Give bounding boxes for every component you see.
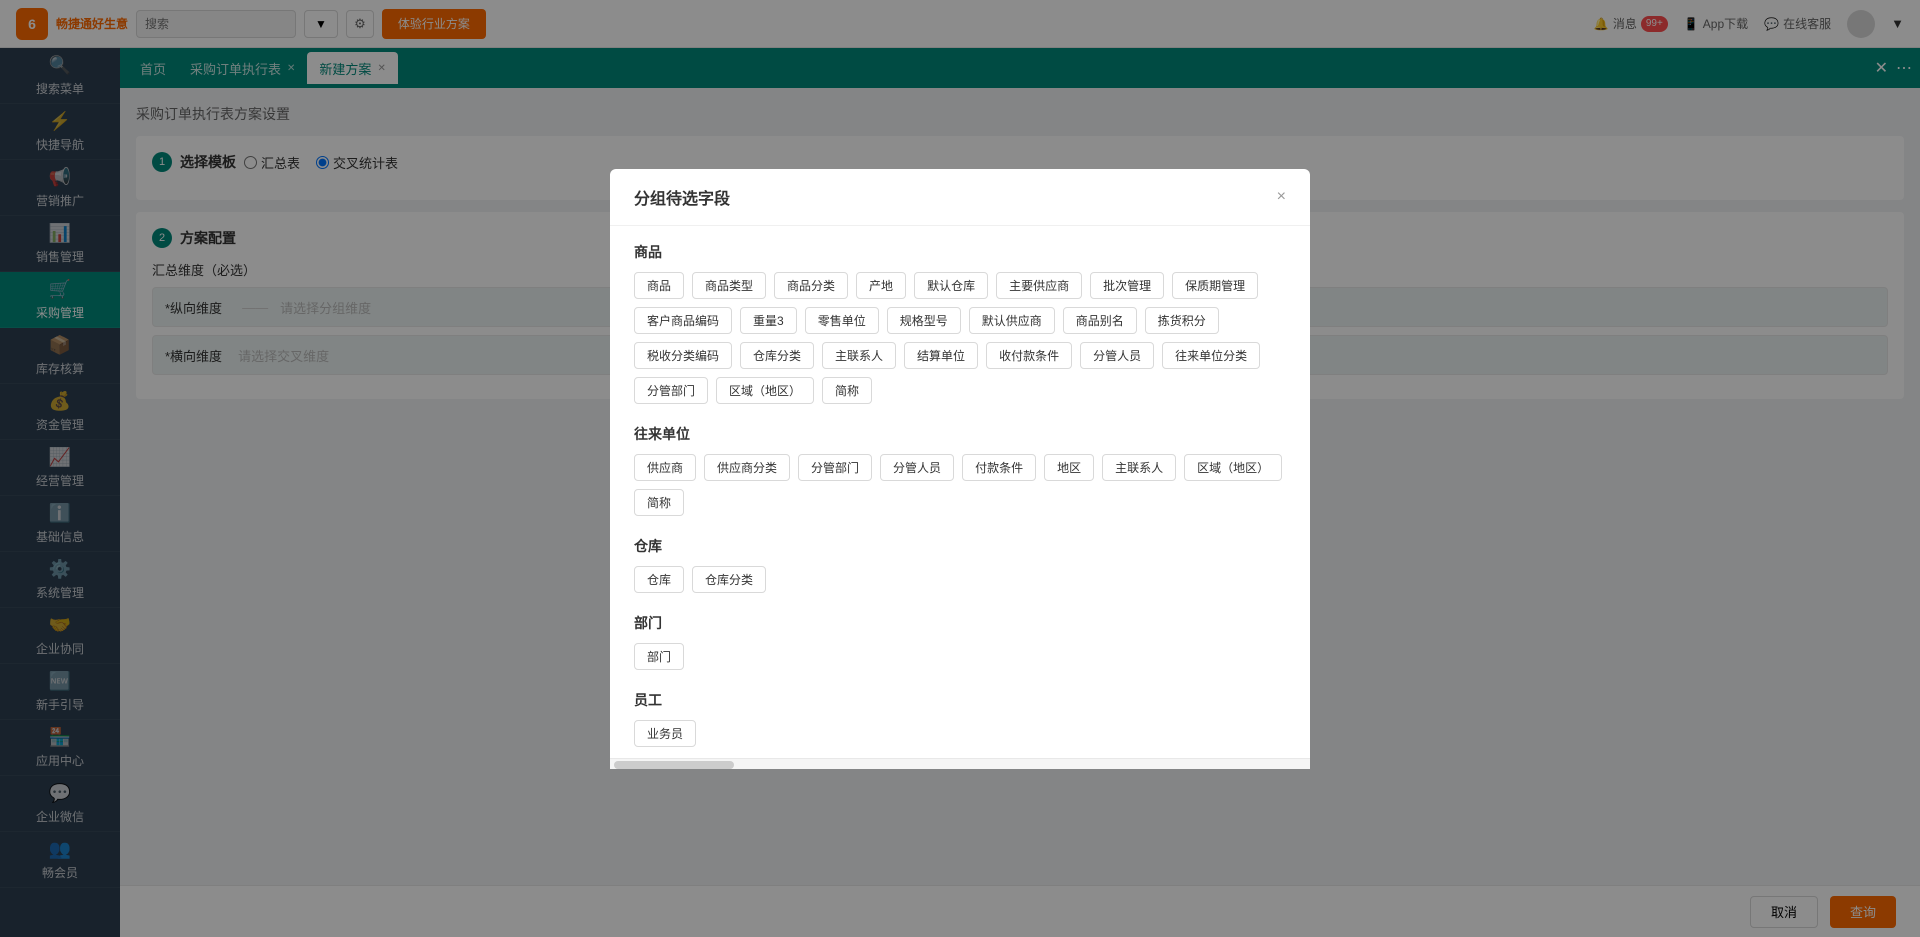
field-tag-0-5[interactable]: 主要供应商 (996, 272, 1082, 299)
modal-close-button[interactable]: × (1277, 188, 1286, 206)
field-select-modal: 分组待选字段 × 商品商品商品类型商品分类产地默认仓库主要供应商批次管理保质期管… (610, 169, 1310, 769)
field-tag-1-1[interactable]: 供应商分类 (704, 454, 790, 481)
field-tag-0-6[interactable]: 批次管理 (1090, 272, 1164, 299)
field-tags-2: 仓库仓库分类 (634, 566, 1286, 593)
field-tag-0-14[interactable]: 拣货积分 (1145, 307, 1219, 334)
field-tags-3: 部门 (634, 643, 1286, 670)
field-tag-0-18[interactable]: 结算单位 (904, 342, 978, 369)
field-tag-0-10[interactable]: 零售单位 (805, 307, 879, 334)
field-tag-1-5[interactable]: 地区 (1044, 454, 1094, 481)
field-tag-0-3[interactable]: 产地 (856, 272, 906, 299)
field-tag-0-23[interactable]: 区域（地区） (716, 377, 814, 404)
field-tag-1-8[interactable]: 简称 (634, 489, 684, 516)
field-tag-0-12[interactable]: 默认供应商 (969, 307, 1055, 334)
field-tag-0-24[interactable]: 简称 (822, 377, 872, 404)
modal-overlay: 分组待选字段 × 商品商品商品类型商品分类产地默认仓库主要供应商批次管理保质期管… (0, 0, 1920, 937)
field-tag-0-11[interactable]: 规格型号 (887, 307, 961, 334)
field-tag-0-0[interactable]: 商品 (634, 272, 684, 299)
field-section-3: 部门部门 (634, 613, 1286, 670)
field-tag-0-16[interactable]: 仓库分类 (740, 342, 814, 369)
field-tag-0-17[interactable]: 主联系人 (822, 342, 896, 369)
modal-header: 分组待选字段 × (610, 169, 1310, 226)
section-title-1: 往来单位 (634, 424, 1286, 444)
field-section-0: 商品商品商品类型商品分类产地默认仓库主要供应商批次管理保质期管理客户商品编码重量… (634, 242, 1286, 404)
field-tag-3-0[interactable]: 部门 (634, 643, 684, 670)
field-tag-0-15[interactable]: 税收分类编码 (634, 342, 732, 369)
field-tag-4-0[interactable]: 业务员 (634, 720, 696, 747)
modal-title: 分组待选字段 (634, 185, 730, 209)
section-title-4: 员工 (634, 690, 1286, 710)
field-tag-1-0[interactable]: 供应商 (634, 454, 696, 481)
field-tag-1-6[interactable]: 主联系人 (1102, 454, 1176, 481)
field-tag-0-21[interactable]: 往来单位分类 (1162, 342, 1260, 369)
field-tag-0-7[interactable]: 保质期管理 (1172, 272, 1258, 299)
field-section-4: 员工业务员 (634, 690, 1286, 747)
field-tag-1-7[interactable]: 区域（地区） (1184, 454, 1282, 481)
field-tag-0-2[interactable]: 商品分类 (774, 272, 848, 299)
field-tag-2-0[interactable]: 仓库 (634, 566, 684, 593)
section-title-2: 仓库 (634, 536, 1286, 556)
field-tags-4: 业务员 (634, 720, 1286, 747)
modal-horizontal-scrollbar[interactable] (610, 758, 1310, 768)
field-tag-1-2[interactable]: 分管部门 (798, 454, 872, 481)
field-tags-1: 供应商供应商分类分管部门分管人员付款条件地区主联系人区域（地区） 简称 (634, 454, 1286, 516)
field-tag-0-9[interactable]: 重量3 (740, 307, 797, 334)
field-tag-0-4[interactable]: 默认仓库 (914, 272, 988, 299)
field-tag-0-8[interactable]: 客户商品编码 (634, 307, 732, 334)
modal-body: 商品商品商品类型商品分类产地默认仓库主要供应商批次管理保质期管理客户商品编码重量… (610, 226, 1310, 759)
scrollbar-thumb (614, 761, 734, 768)
field-tag-0-19[interactable]: 收付款条件 (986, 342, 1072, 369)
field-tag-0-13[interactable]: 商品别名 (1063, 307, 1137, 334)
field-tag-0-22[interactable]: 分管部门 (634, 377, 708, 404)
field-section-2: 仓库仓库仓库分类 (634, 536, 1286, 593)
field-tags-0: 商品商品类型商品分类产地默认仓库主要供应商批次管理保质期管理客户商品编码重量3 零… (634, 272, 1286, 404)
field-tag-1-3[interactable]: 分管人员 (880, 454, 954, 481)
section-title-3: 部门 (634, 613, 1286, 633)
field-tag-1-4[interactable]: 付款条件 (962, 454, 1036, 481)
field-tag-0-20[interactable]: 分管人员 (1080, 342, 1154, 369)
field-tag-2-1[interactable]: 仓库分类 (692, 566, 766, 593)
field-tag-0-1[interactable]: 商品类型 (692, 272, 766, 299)
field-section-1: 往来单位供应商供应商分类分管部门分管人员付款条件地区主联系人区域（地区） 简称 (634, 424, 1286, 516)
section-title-0: 商品 (634, 242, 1286, 262)
